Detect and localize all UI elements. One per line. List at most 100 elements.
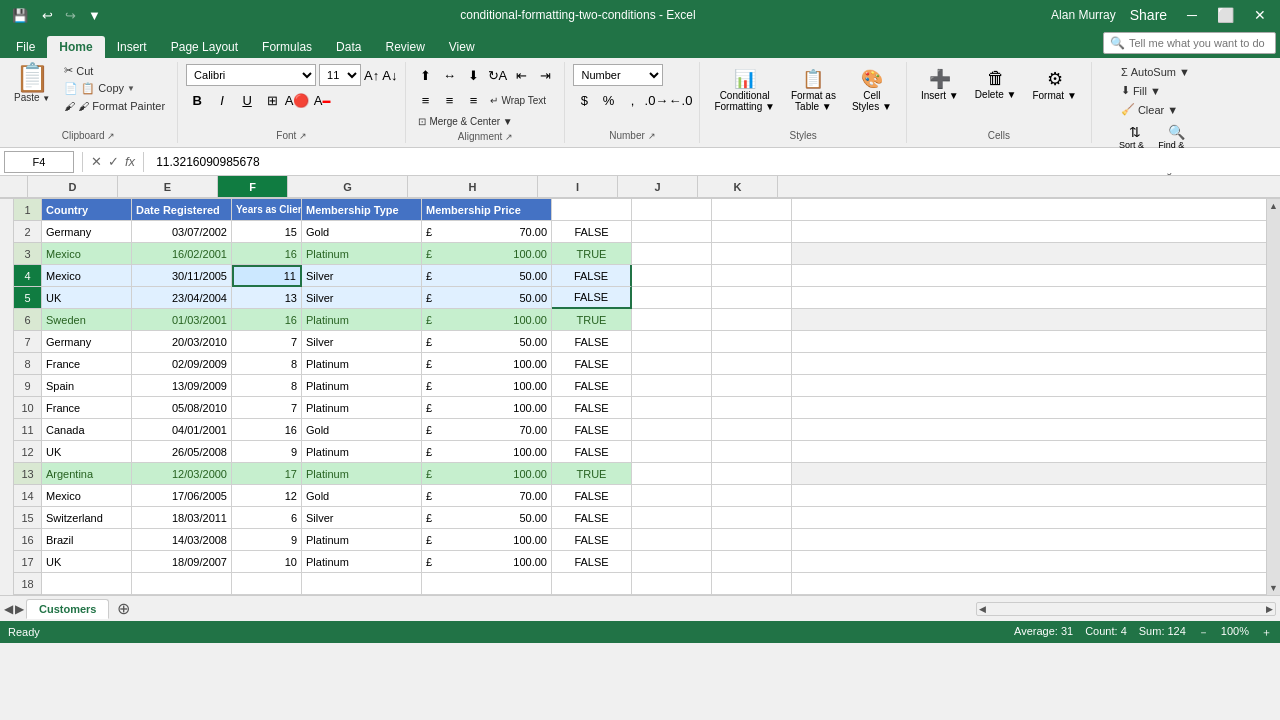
cell-E3[interactable]: 16/02/2001 [132,243,232,265]
row-header-15[interactable]: 15 [14,507,42,529]
row-header-18[interactable]: 18 [14,573,42,595]
sheet-tab-customers[interactable]: Customers [26,599,109,619]
close-button[interactable]: ✕ [1248,5,1272,25]
row-header-14[interactable]: 14 [14,485,42,507]
cell-F1[interactable]: Years as Client [232,199,302,221]
align-right-button[interactable]: ≡ [462,89,484,111]
cell-J14[interactable] [632,485,712,507]
cell-F15[interactable]: 6 [232,507,302,529]
indent-increase-button[interactable]: ⇥ [534,64,556,86]
increase-font-button[interactable]: A↑ [364,68,379,83]
font-size-select[interactable]: 11 [319,64,361,86]
col-header-D[interactable]: D [28,176,118,198]
tab-page-layout[interactable]: Page Layout [159,36,250,58]
cell-E5[interactable]: 23/04/2004 [132,287,232,309]
accounting-format-button[interactable]: $ [573,89,595,111]
cell-H1[interactable]: Membership Price [422,199,552,221]
fill-color-button[interactable]: A🔴 [286,89,308,111]
cell-H5[interactable]: £50.00 [422,287,552,309]
scroll-sheet-right-button[interactable]: ▶ [15,602,24,616]
cell-F4[interactable]: 11 [232,265,302,287]
cell-E17[interactable]: 18/09/2007 [132,551,232,573]
increase-decimal-button[interactable]: .0→ [645,89,667,111]
cell-D14[interactable]: Mexico [42,485,132,507]
cell-E18[interactable] [132,573,232,595]
cell-I9[interactable]: FALSE [552,375,632,397]
col-header-J[interactable]: J [618,176,698,198]
cell-I12[interactable]: FALSE [552,441,632,463]
cell-G15[interactable]: Silver [302,507,422,529]
format-painter-button[interactable]: 🖌 🖌 Format Painter [60,98,169,114]
cell-D7[interactable]: Germany [42,331,132,353]
tell-me-input[interactable] [1129,37,1269,49]
cell-G14[interactable]: Gold [302,485,422,507]
zoom-in-button[interactable]: ＋ [1261,625,1272,640]
cell-H18[interactable] [422,573,552,595]
cell-J2[interactable] [632,221,712,243]
cell-J17[interactable] [632,551,712,573]
cell-K6[interactable] [712,309,792,331]
col-header-G[interactable]: G [288,176,408,198]
cell-E7[interactable]: 20/03/2010 [132,331,232,353]
cell-J13[interactable] [632,463,712,485]
clear-button[interactable]: 🧹 Clear ▼ [1117,101,1197,118]
share-button[interactable]: Share [1124,5,1173,25]
cell-E9[interactable]: 13/09/2009 [132,375,232,397]
cell-H16[interactable]: £100.00 [422,529,552,551]
cell-G2[interactable]: Gold [302,221,422,243]
col-header-K[interactable]: K [698,176,778,198]
save-icon[interactable]: 💾 [8,6,32,25]
decrease-decimal-button[interactable]: ←.0 [669,89,691,111]
cell-F10[interactable]: 7 [232,397,302,419]
row-header-4[interactable]: 4 [14,265,42,287]
row-header-11[interactable]: 11 [14,419,42,441]
cell-J18[interactable] [632,573,712,595]
cell-F12[interactable]: 9 [232,441,302,463]
cell-K1[interactable] [712,199,792,221]
cell-F2[interactable]: 15 [232,221,302,243]
cell-K13[interactable] [712,463,792,485]
font-color-button[interactable]: A▬ [311,89,333,111]
cell-E13[interactable]: 12/03/2000 [132,463,232,485]
cell-G5[interactable]: Silver [302,287,422,309]
cell-J8[interactable] [632,353,712,375]
cell-D2[interactable]: Germany [42,221,132,243]
paste-button[interactable]: 📋 Paste ▼ [8,62,56,105]
align-left-button[interactable]: ≡ [414,89,436,111]
cell-K9[interactable] [712,375,792,397]
row-header-1[interactable]: 1 [14,199,42,221]
cell-G8[interactable]: Platinum [302,353,422,375]
cell-E12[interactable]: 26/05/2008 [132,441,232,463]
redo-button[interactable]: ↪ [61,6,80,25]
cell-K14[interactable] [712,485,792,507]
cell-F16[interactable]: 9 [232,529,302,551]
cell-H2[interactable]: £70.00 [422,221,552,243]
cell-G3[interactable]: Platinum [302,243,422,265]
cell-F5[interactable]: 13 [232,287,302,309]
cell-D8[interactable]: France [42,353,132,375]
cell-H9[interactable]: £100.00 [422,375,552,397]
row-header-13[interactable]: 13 [14,463,42,485]
cell-H17[interactable]: £100.00 [422,551,552,573]
cell-H14[interactable]: £70.00 [422,485,552,507]
cell-J5[interactable] [632,287,712,309]
cell-D13[interactable]: Argentina [42,463,132,485]
cell-G4[interactable]: Silver [302,265,422,287]
cell-I11[interactable]: FALSE [552,419,632,441]
format-cells-button[interactable]: ⚙ Format ▼ [1026,64,1082,105]
cell-F13[interactable]: 17 [232,463,302,485]
cell-D17[interactable]: UK [42,551,132,573]
cell-G18[interactable] [302,573,422,595]
tab-review[interactable]: Review [373,36,436,58]
row-header-17[interactable]: 17 [14,551,42,573]
cell-D3[interactable]: Mexico [42,243,132,265]
fill-button[interactable]: ⬇ Fill ▼ [1117,82,1197,99]
col-header-I[interactable]: I [538,176,618,198]
cell-I4[interactable]: FALSE [552,265,632,287]
cell-J3[interactable] [632,243,712,265]
row-header-10[interactable]: 10 [14,397,42,419]
col-header-E[interactable]: E [118,176,218,198]
font-name-select[interactable]: Calibri [186,64,316,86]
cell-I1[interactable] [552,199,632,221]
cell-H8[interactable]: £100.00 [422,353,552,375]
